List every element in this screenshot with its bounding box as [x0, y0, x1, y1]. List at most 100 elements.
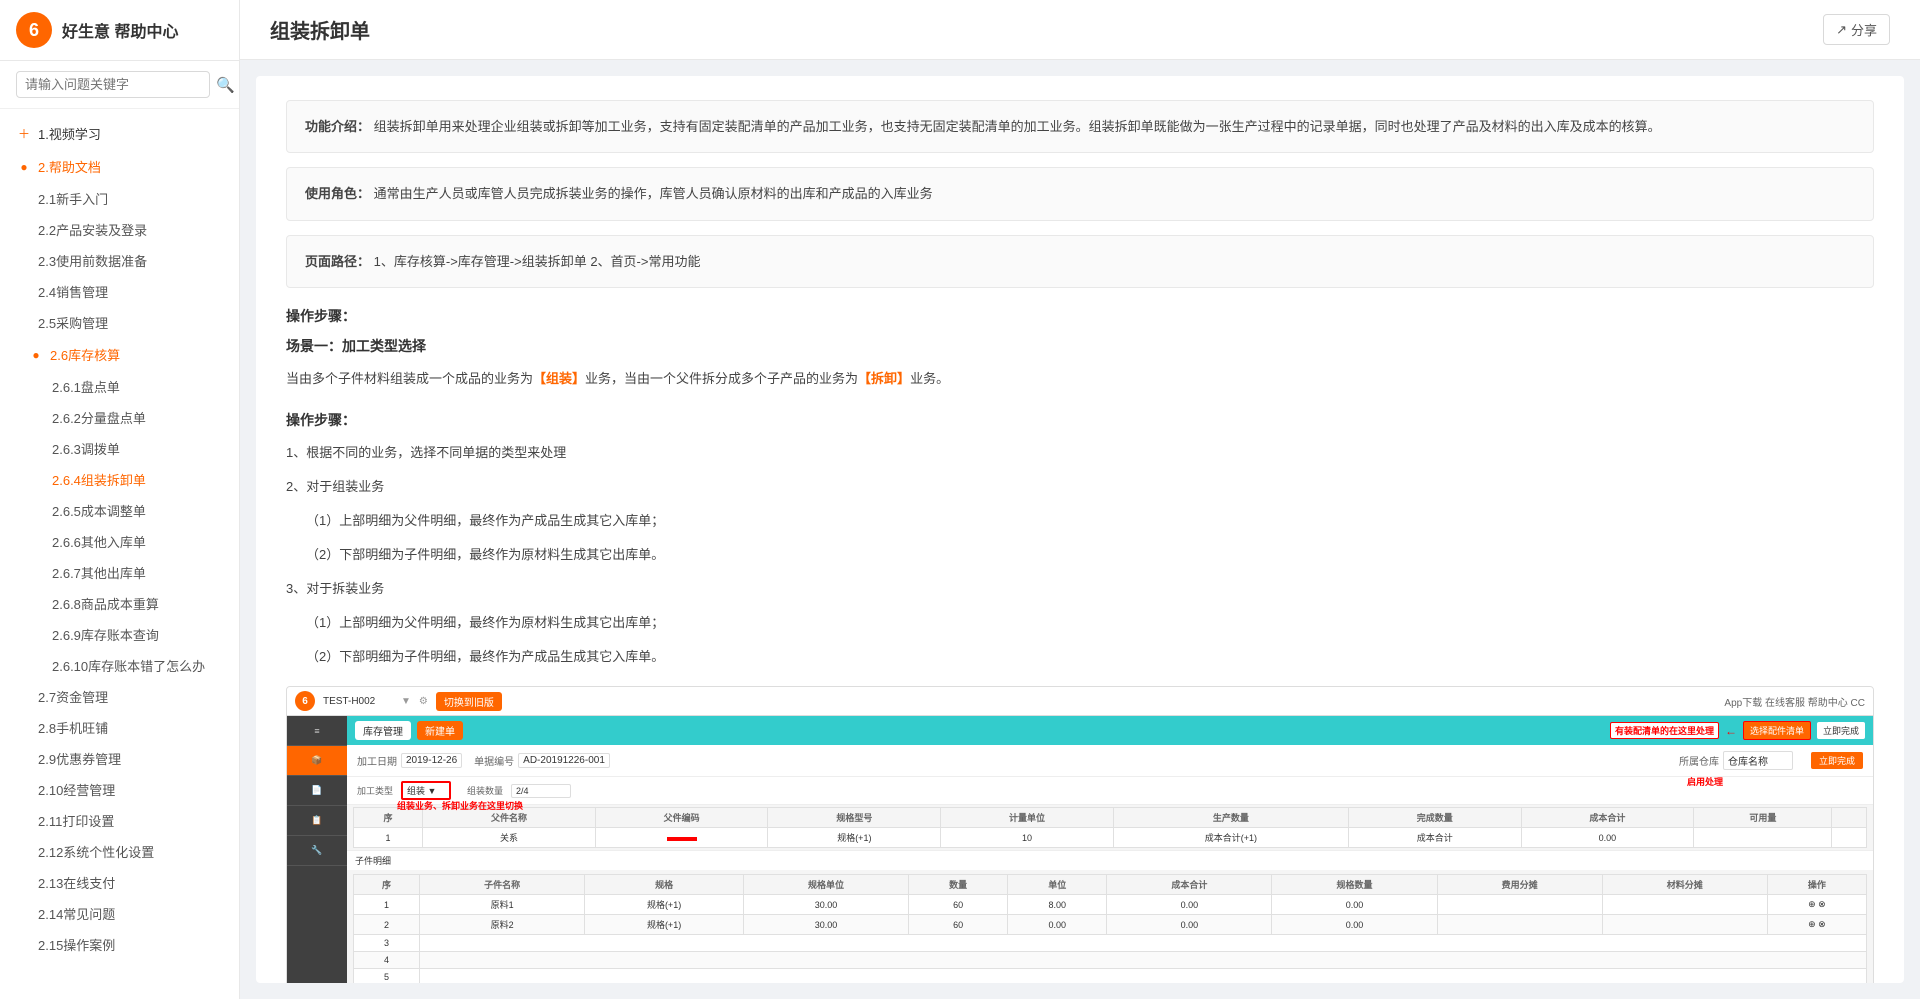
ss-qty-val: 2/4 — [511, 784, 571, 798]
step1: 1、根据不同的业务，选择不同单据的类型来处理 — [286, 440, 1874, 466]
sidebar-sub-s21[interactable]: 2.1新手入门 — [0, 183, 239, 214]
ss-th-prod-qty: 生产数量 — [1113, 808, 1348, 828]
sidebar-item-s2[interactable]: ● 2.帮助文档 — [0, 150, 239, 183]
sidebar-item-s26[interactable]: ● 2.6库存核算 — [0, 338, 239, 371]
ss-cell-cost: 0.00 — [1521, 828, 1694, 848]
sidebar-sub-s25[interactable]: 2.5采购管理 — [0, 307, 239, 338]
sidebar-sub-s264[interactable]: 2.6.4组装拆卸单 — [0, 464, 239, 495]
sidebar-item-label-s1: 1.视频学习 — [38, 124, 101, 143]
ss-th-unit: 计量单位 — [941, 808, 1114, 828]
sidebar-sub-s265[interactable]: 2.6.5成本调整单 — [0, 495, 239, 526]
logo-circle: 6 — [16, 12, 52, 48]
func-intro-label: 功能介绍： — [305, 119, 370, 134]
ss-sub-label: 子件明细 — [355, 854, 391, 867]
role-text: 通常由生产人员或库管人员完成拆装业务的操作，库管人员确认原材料的出库和产成品的入… — [374, 186, 933, 201]
ops-heading: 操作步骤： — [286, 306, 1874, 326]
sidebar-sub-s214[interactable]: 2.14常见问题 — [0, 898, 239, 929]
ss-sub-th-spec-qty: 规格数量 — [1272, 875, 1437, 895]
sidebar-sub-s22[interactable]: 2.2产品安装及登录 — [0, 214, 239, 245]
ss-date-val: 2019-12-26 — [401, 753, 462, 768]
ss-sub-th-unit: 规格单位 — [743, 875, 908, 895]
ss-btn-confirm: 立即完成 — [1817, 722, 1865, 739]
sidebar-sub-s2610[interactable]: 2.6.10库存账本错了怎么办 — [0, 650, 239, 681]
plus-icon: ＋ — [16, 126, 32, 142]
sidebar-sub-s27[interactable]: 2.7资金管理 — [0, 681, 239, 712]
ss-sub-th-mat-alloc: 材料分摊 — [1602, 875, 1767, 895]
sidebar-sub-s267[interactable]: 2.6.7其他出库单 — [0, 557, 239, 588]
search-button[interactable]: 🔍 — [216, 76, 235, 94]
sidebar-header: 6 好生意 帮助中心 — [0, 0, 239, 61]
ss-sub-th-qty: 数量 — [909, 875, 1008, 895]
ss-gear-icon: ⚙ — [419, 696, 428, 707]
step2-1: （1）上部明细为父件明细，最终作为产成品生成其它入库单； — [306, 508, 1874, 534]
sidebar-sub-s28[interactable]: 2.8手机旺铺 — [0, 712, 239, 743]
ss-upper-table-wrapper: 序 父件名称 父件编码 规格型号 计量单位 生产数量 完成数量 成本合计 可用量 — [347, 805, 1873, 848]
sidebar-sub-s263[interactable]: 2.6.3调拨单 — [0, 433, 239, 464]
ss-th-avail: 可用量 — [1694, 808, 1832, 828]
screenshot-container: 6 TEST-H002 ▼ ⚙ 切换到旧版 App下载 在线客服 帮助中心 CC… — [286, 686, 1874, 983]
ss-field-warehouse: 所属仓库 仓库名称 — [1679, 751, 1793, 770]
ss-sub-table-label-row: 子件明细 — [347, 850, 1873, 870]
share-button[interactable]: ↗ 分享 — [1823, 14, 1890, 45]
sidebar-sub-s268[interactable]: 2.6.8商品成本重算 — [0, 588, 239, 619]
sidebar-sub-s210[interactable]: 2.10经营管理 — [0, 774, 239, 805]
ss-icons: App下载 在线客服 帮助中心 CC — [1724, 694, 1865, 709]
search-input[interactable] — [16, 71, 210, 98]
sidebar-sub-s24[interactable]: 2.4销售管理 — [0, 276, 239, 307]
ss-topbar: 6 TEST-H002 ▼ ⚙ 切换到旧版 App下载 在线客服 帮助中心 CC — [287, 687, 1873, 716]
sidebar-sub-s212[interactable]: 2.12系统个性化设置 — [0, 836, 239, 867]
ss-cell-unit: 10 — [941, 828, 1114, 848]
ss-cell-op — [1832, 828, 1867, 848]
ss-btn-select: 选择配件清单 — [1743, 721, 1811, 740]
ss-badge: 切换到旧版 — [436, 692, 502, 711]
ss-id-val: AD-20191226-001 — [518, 753, 610, 768]
ss-th-spec: 规格型号 — [768, 808, 941, 828]
ss-th-parent-code: 父件编码 — [595, 808, 768, 828]
topbar: 组装拆卸单 ↗ 分享 — [240, 0, 1920, 60]
role-block: 使用角色： 通常由生产人员或库管人员完成拆装业务的操作，库管人员确认原材料的出库… — [286, 167, 1874, 220]
ss-cell-avail — [1694, 828, 1832, 848]
ss-sidebar: ≡ 📦 📄 📋 🔧 — [287, 716, 347, 983]
ss-sub-th-unit2: 单位 — [1008, 875, 1107, 895]
ss-dropdown-icon: ▼ — [401, 696, 411, 707]
ss-sub-row-2: 2 原料2 规格(+1) 30.00 60 0.00 0.00 0.00 — [354, 915, 1867, 935]
ss-th-done-qty: 完成数量 — [1348, 808, 1521, 828]
ss-sub-row-4: 4 — [354, 952, 1867, 969]
ss-sub-th-name: 子件名称 — [420, 875, 585, 895]
ss-lower-table-wrapper: 序 子件名称 规格 规格单位 数量 单位 成本合计 规格数量 费用分摊 — [347, 870, 1873, 983]
sidebar-sub-s269[interactable]: 2.6.9库存账本查询 — [0, 619, 239, 650]
ss-annotation-top: 有装配清单的在这里处理 — [1610, 722, 1719, 739]
sidebar-sub-s262[interactable]: 2.6.2分量盘点单 — [0, 402, 239, 433]
ss-warehouse-val: 仓库名称 — [1723, 751, 1793, 770]
ss-sidebar-item-4: 🔧 — [287, 836, 347, 866]
ss-sub-th-spec: 规格 — [585, 875, 744, 895]
ss-code: TEST-H002 — [323, 696, 393, 707]
sidebar-sub-s266[interactable]: 2.6.6其他入库单 — [0, 526, 239, 557]
ss-sidebar-item-active: 📦 — [287, 746, 347, 776]
ss-qty-label: 组装数量 — [467, 784, 503, 797]
sidebar-sub-s261[interactable]: 2.6.1盘点单 — [0, 371, 239, 402]
share-label: 分享 — [1851, 20, 1877, 39]
sidebar-sub-s29[interactable]: 2.9优惠券管理 — [0, 743, 239, 774]
ss-sub-row-1: 1 原料1 规格(+1) 30.00 60 8.00 0.00 0.00 — [354, 895, 1867, 915]
sidebar-sub-s23[interactable]: 2.3使用前数据准备 — [0, 245, 239, 276]
ss-sub-th-fee-alloc: 费用分摊 — [1437, 875, 1602, 895]
sidebar-item-label-s26: 2.6库存核算 — [50, 345, 120, 364]
step3-2: （2）下部明细为子件明细，最终作为产成品生成其它入库单。 — [306, 644, 1874, 670]
ss-tab-new: 新建单 — [417, 721, 463, 740]
sim-screenshot: 6 TEST-H002 ▼ ⚙ 切换到旧版 App下载 在线客服 帮助中心 CC… — [287, 687, 1873, 983]
ss-cell-name: 关系 — [423, 828, 596, 848]
sidebar-sub-s215[interactable]: 2.15操作案例 — [0, 929, 239, 960]
sidebar-sub-s213[interactable]: 2.13在线支付 — [0, 867, 239, 898]
sidebar-sub-s211[interactable]: 2.11打印设置 — [0, 805, 239, 836]
ss-cell-seq: 1 — [354, 828, 423, 848]
role-label: 使用角色： — [305, 186, 370, 201]
ss-annotation-switch: 组装业务、拆卸业务在这里切换 — [397, 799, 523, 812]
ss-sub-th-seq: 序 — [354, 875, 420, 895]
sidebar-item-s1[interactable]: ＋ 1.视频学习 — [0, 117, 239, 150]
ss-upper-table: 序 父件名称 父件编码 规格型号 计量单位 生产数量 完成数量 成本合计 可用量 — [353, 807, 1867, 848]
search-box: 🔍 — [0, 61, 239, 109]
ss-lower-table: 序 子件名称 规格 规格单位 数量 单位 成本合计 规格数量 费用分摊 — [353, 874, 1867, 983]
ss-annotation-enable: 启用处理 — [1687, 775, 1723, 788]
ss-cell-spec: 规格(+1) — [768, 828, 941, 848]
